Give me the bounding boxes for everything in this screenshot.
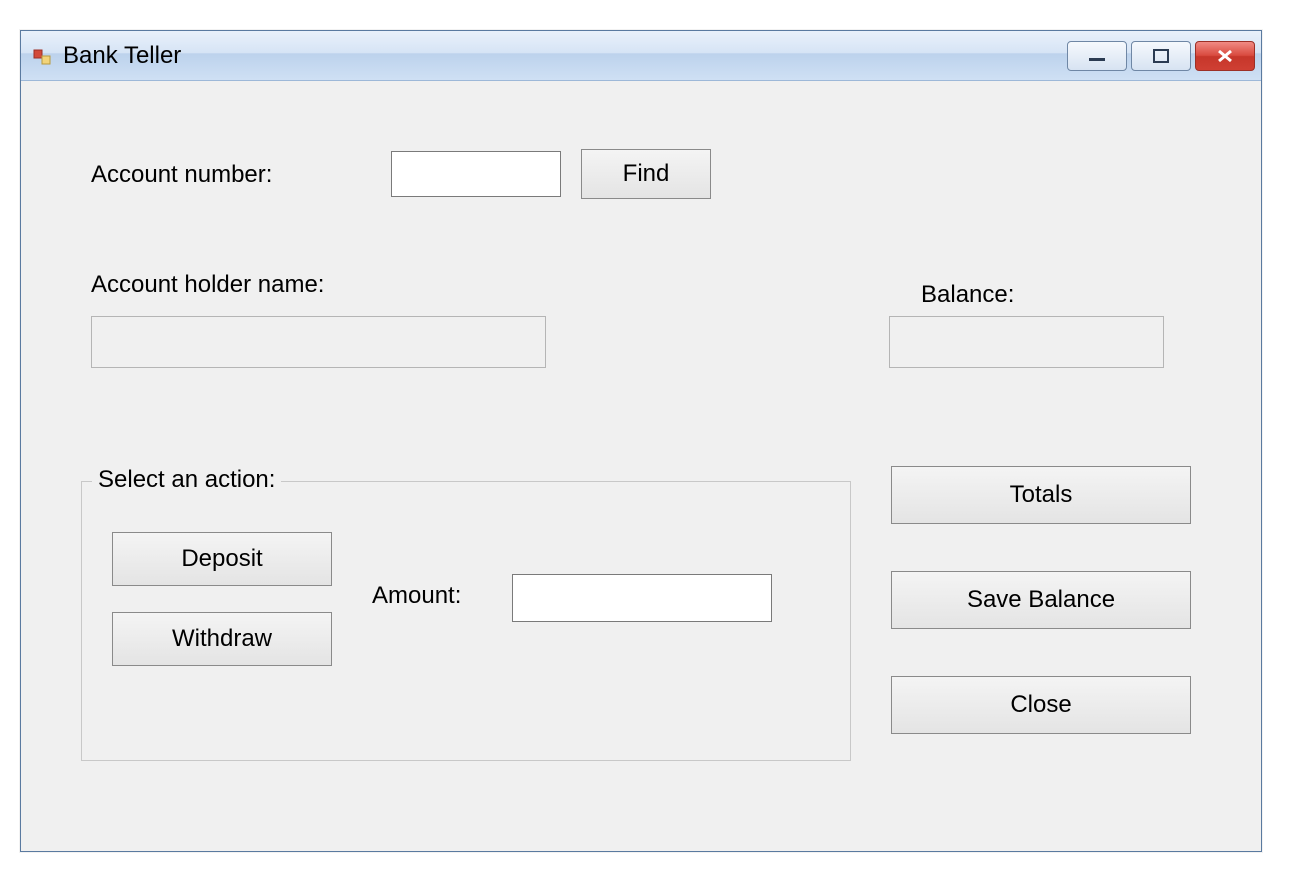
- app-icon: [33, 46, 53, 66]
- save-balance-button[interactable]: Save Balance: [891, 571, 1191, 629]
- account-holder-name-field: [91, 316, 546, 368]
- account-holder-name-label: Account holder name:: [91, 271, 324, 299]
- select-action-group: Select an action: Deposit Withdraw Amoun…: [81, 481, 851, 761]
- close-window-button[interactable]: [1195, 41, 1255, 71]
- balance-field: [889, 316, 1164, 368]
- close-button[interactable]: Close: [891, 676, 1191, 734]
- withdraw-button[interactable]: Withdraw: [112, 612, 332, 666]
- select-action-legend: Select an action:: [92, 466, 281, 494]
- account-number-label: Account number:: [91, 161, 272, 189]
- maximize-button[interactable]: [1131, 41, 1191, 71]
- amount-input[interactable]: [512, 574, 772, 622]
- totals-button[interactable]: Totals: [891, 466, 1191, 524]
- deposit-button[interactable]: Deposit: [112, 532, 332, 586]
- window-title: Bank Teller: [63, 42, 1067, 70]
- balance-label: Balance:: [921, 281, 1014, 309]
- minimize-button[interactable]: [1067, 41, 1127, 71]
- app-window: Bank Teller Account number: Find Account…: [20, 30, 1262, 852]
- find-button[interactable]: Find: [581, 149, 711, 199]
- amount-label: Amount:: [372, 582, 461, 610]
- titlebar: Bank Teller: [21, 31, 1261, 81]
- client-area: Account number: Find Account holder name…: [21, 81, 1261, 851]
- window-controls: [1067, 41, 1255, 71]
- account-number-input[interactable]: [391, 151, 561, 197]
